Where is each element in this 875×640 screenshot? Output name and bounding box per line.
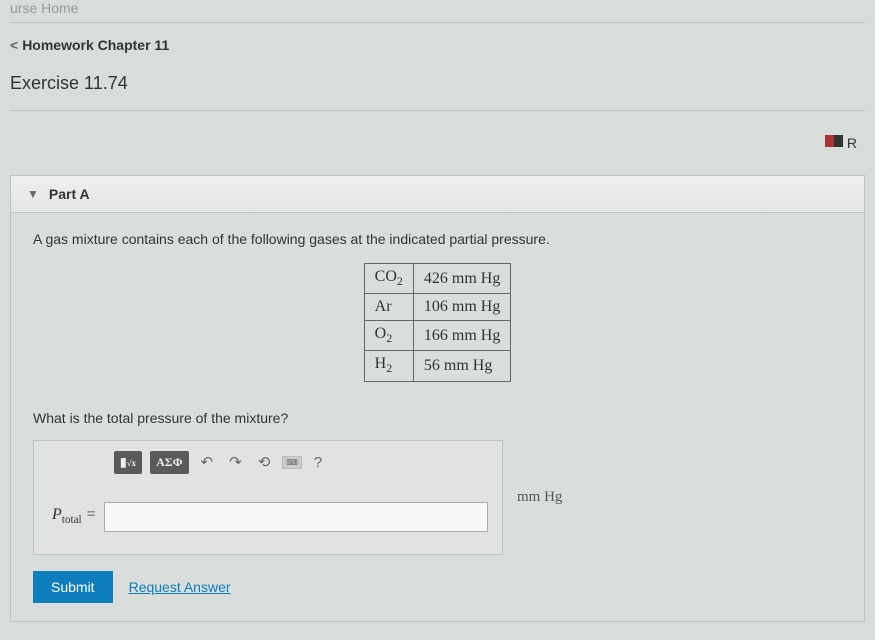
table-row: Ar106 mm Hg: [364, 294, 511, 321]
table-row: O2166 mm Hg: [364, 321, 511, 351]
course-home-link[interactable]: urse Home: [10, 0, 865, 23]
table-row: H256 mm Hg: [364, 351, 511, 381]
redo-icon[interactable]: ↷: [225, 451, 246, 473]
variable-label: Ptotal =: [52, 506, 96, 526]
value-cell: 166 mm Hg: [413, 321, 510, 351]
answer-box: ▮√x ΑΣΦ ↶ ↷ ⟲ ⌨ ? Ptotal =: [33, 440, 503, 555]
help-icon[interactable]: ?: [310, 452, 326, 473]
caret-down-icon: ▼: [27, 187, 39, 201]
breadcrumb[interactable]: <Homework Chapter 11: [10, 23, 865, 57]
gas-cell: O2: [364, 321, 413, 351]
value-cell: 426 mm Hg: [413, 264, 510, 294]
gas-cell: CO2: [364, 264, 413, 294]
value-cell: 106 mm Hg: [413, 294, 510, 321]
answer-input[interactable]: [104, 502, 488, 532]
request-answer-link[interactable]: Request Answer: [129, 579, 231, 595]
unit-label: mm Hg: [517, 489, 562, 506]
prompt-text: A gas mixture contains each of the follo…: [33, 231, 842, 247]
gas-cell: H2: [364, 351, 413, 381]
undo-icon[interactable]: ↶: [197, 451, 218, 473]
page-title: Exercise 11.74: [10, 57, 865, 111]
keyboard-icon[interactable]: ⌨: [282, 456, 302, 469]
reset-icon[interactable]: ⟲: [254, 451, 275, 473]
gas-cell: Ar: [364, 294, 413, 321]
partial-pressure-table: CO2426 mm HgAr106 mm HgO2166 mm HgH256 m…: [364, 263, 512, 382]
part-title: Part A: [49, 186, 90, 202]
part-a-header[interactable]: ▼ Part A: [10, 175, 865, 213]
submit-button[interactable]: Submit: [33, 571, 113, 603]
question-text: What is the total pressure of the mixtur…: [33, 410, 842, 426]
breadcrumb-label: Homework Chapter 11: [22, 37, 169, 53]
breadcrumb-back-icon: <: [10, 37, 18, 53]
flag-icon[interactable]: [825, 135, 843, 147]
review-link-partial[interactable]: R: [847, 135, 857, 151]
table-row: CO2426 mm Hg: [364, 264, 511, 294]
templates-button[interactable]: ▮√x: [114, 451, 142, 474]
value-cell: 56 mm Hg: [413, 351, 510, 381]
greek-button[interactable]: ΑΣΦ: [150, 451, 188, 474]
